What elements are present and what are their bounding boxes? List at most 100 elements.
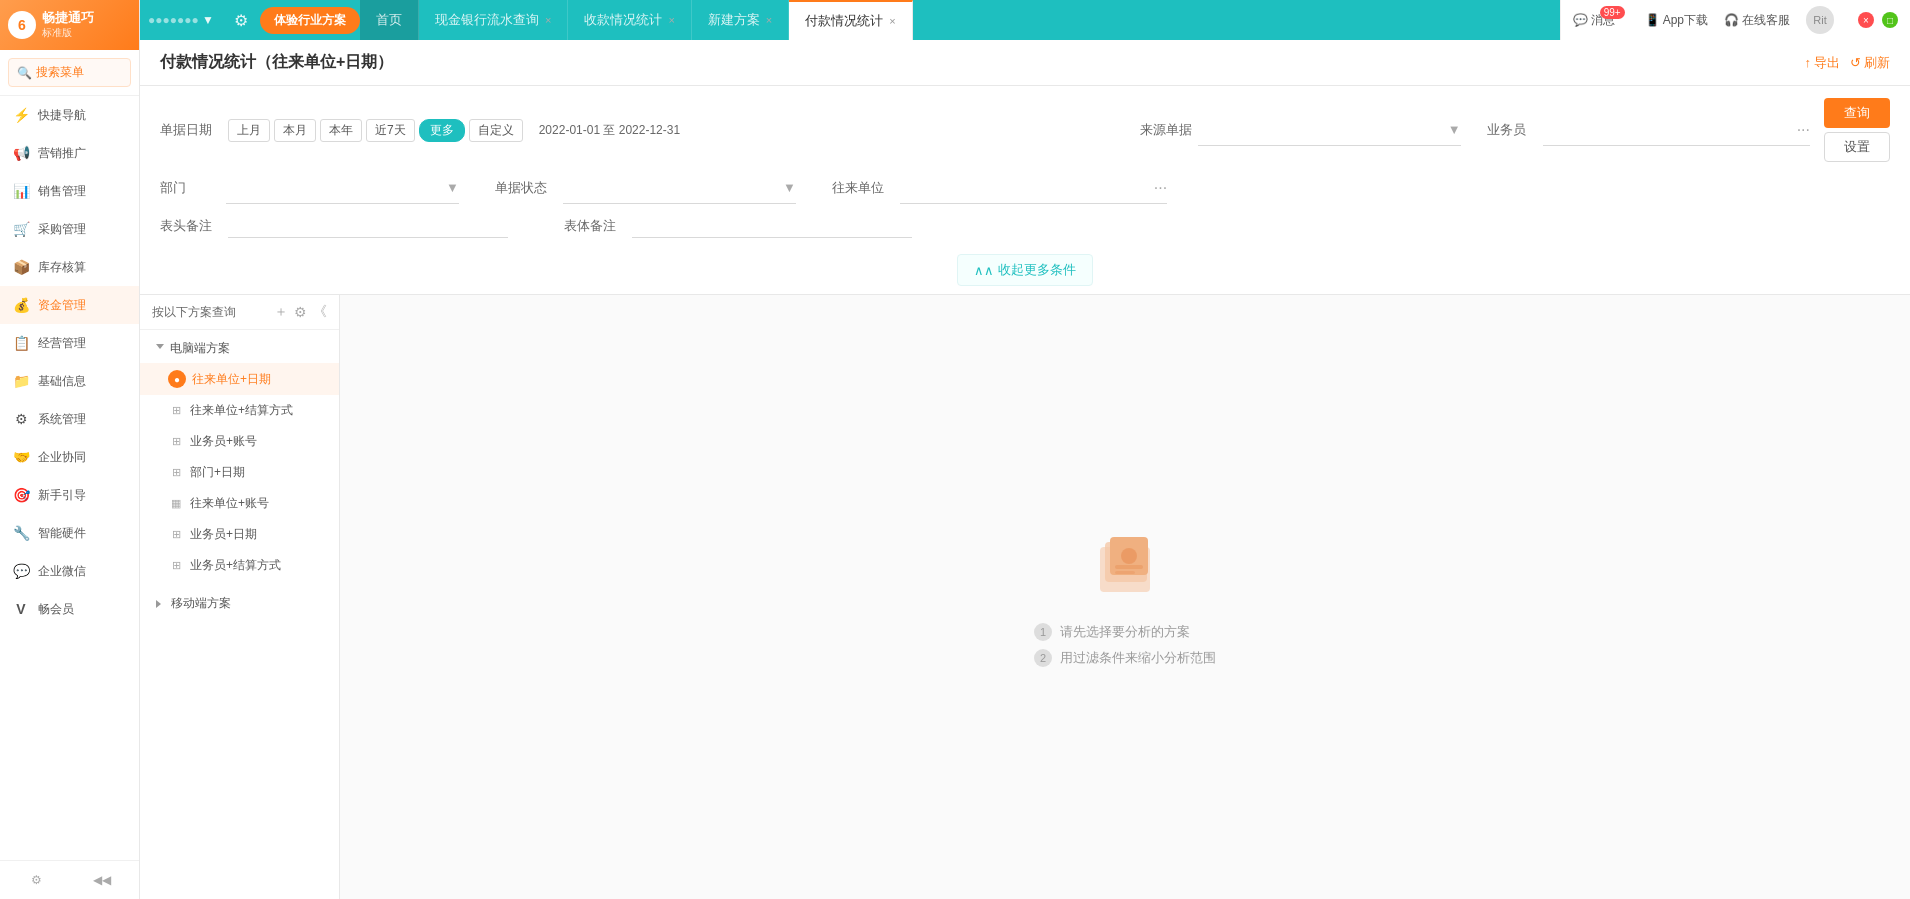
page-title: 付款情况统计（往来单位+日期） bbox=[160, 52, 393, 73]
messages-button[interactable]: 💬 消息 99+ bbox=[1573, 12, 1615, 29]
dept-label: 部门 bbox=[160, 179, 210, 197]
sidebar-settings-button[interactable]: ⚙ bbox=[8, 869, 66, 891]
header-note-input[interactable] bbox=[228, 214, 508, 238]
desktop-group-title[interactable]: 电脑端方案 bbox=[140, 334, 339, 363]
scheme-item-staff-account[interactable]: ⊞ 业务员+账号 bbox=[140, 426, 339, 457]
sidebar-item-enterprise[interactable]: 🤝 企业协同 bbox=[0, 438, 139, 476]
topbar-settings-button[interactable]: ⚙ bbox=[222, 11, 260, 30]
date-btn-last-7days[interactable]: 近7天 bbox=[366, 119, 415, 142]
date-btn-more[interactable]: 更多 bbox=[419, 119, 465, 142]
sidebar-item-finance[interactable]: 💰 资金管理 bbox=[0, 286, 139, 324]
empty-state: 1 请先选择要分析的方案 2 用过滤条件来缩小分析范围 bbox=[1034, 527, 1216, 667]
right-content: 1 请先选择要分析的方案 2 用过滤条件来缩小分析范围 bbox=[340, 295, 1910, 899]
tab-bank-flow[interactable]: 现金银行流水查询 × bbox=[419, 0, 568, 40]
window-close-button[interactable]: × bbox=[1858, 12, 1874, 28]
company-name: ●●●●●●● bbox=[148, 13, 199, 27]
company-selector[interactable]: ●●●●●●● ▼ bbox=[140, 13, 222, 27]
sidebar-item-quick-nav[interactable]: ⚡ 快捷导航 bbox=[0, 96, 139, 134]
doc-status-select-wrap[interactable]: ▼ bbox=[563, 172, 796, 204]
tab-receivable-stat[interactable]: 收款情况统计 × bbox=[568, 0, 691, 40]
scheme-item-label: 业务员+账号 bbox=[190, 433, 257, 450]
window-maximize-button[interactable]: □ bbox=[1882, 12, 1898, 28]
export-button[interactable]: ↑ 导出 bbox=[1805, 54, 1841, 72]
tab-home[interactable]: 首页 bbox=[360, 0, 419, 40]
sidebar-collapse-button[interactable]: ◀◀ bbox=[74, 869, 132, 891]
scheme-item-dept-date[interactable]: ⊞ 部门+日期 bbox=[140, 457, 339, 488]
scheme-settings-button[interactable]: ⚙ bbox=[294, 303, 307, 321]
empty-state-icon bbox=[1085, 527, 1165, 607]
sidebar-item-smart-hw[interactable]: 🔧 智能硬件 bbox=[0, 514, 139, 552]
sidebar-item-purchase[interactable]: 🛒 采购管理 bbox=[0, 210, 139, 248]
sidebar-item-system[interactable]: ⚙ 系统管理 bbox=[0, 400, 139, 438]
related-unit-select-wrap[interactable]: ··· bbox=[900, 172, 1167, 204]
sidebar-item-label: 经营管理 bbox=[38, 335, 86, 352]
collapse-button[interactable]: ∧∧ 收起更多条件 bbox=[957, 254, 1093, 286]
scheme-item-label: 往来单位+日期 bbox=[192, 371, 271, 388]
body-note-input[interactable] bbox=[632, 214, 912, 238]
date-label: 单据日期 bbox=[160, 121, 212, 139]
source-doc-select-wrap[interactable]: ▼ bbox=[1198, 114, 1461, 146]
dept-select-wrap[interactable]: ▼ bbox=[226, 172, 459, 204]
related-unit-ellipsis[interactable]: ··· bbox=[1154, 179, 1167, 197]
sidebar-item-basic-info[interactable]: 📁 基础信息 bbox=[0, 362, 139, 400]
topbar-user-area: 💬 消息 99+ 📱 App下载 🎧 在线客服 Rit × □ bbox=[1560, 0, 1910, 40]
app-title-block: 畅捷通巧 标准版 bbox=[42, 10, 94, 40]
tab-payment-stat[interactable]: 付款情况统计 × bbox=[789, 0, 912, 40]
collapse-panel-button[interactable]: 《 bbox=[313, 303, 327, 321]
purchase-icon: 🛒 bbox=[12, 220, 30, 238]
date-btn-custom[interactable]: 自定义 bbox=[469, 119, 523, 142]
tab-bank-flow-close[interactable]: × bbox=[545, 14, 551, 26]
online-service-icon: 🎧 bbox=[1724, 13, 1739, 27]
sidebar-item-vip[interactable]: V 畅会员 bbox=[0, 590, 139, 628]
tab-payment-stat-close[interactable]: × bbox=[889, 15, 895, 27]
mobile-group-title[interactable]: 移动端方案 bbox=[140, 589, 339, 618]
sidebar-item-marketing[interactable]: 📢 营销推广 bbox=[0, 134, 139, 172]
doc-status-arrow: ▼ bbox=[783, 180, 796, 195]
collapse-label: 收起更多条件 bbox=[998, 261, 1076, 279]
tab-new-scheme[interactable]: 新建方案 × bbox=[692, 0, 789, 40]
related-unit-input[interactable] bbox=[900, 176, 1150, 199]
sidebar-item-operation[interactable]: 📋 经营管理 bbox=[0, 324, 139, 362]
scheme-item-staff-settlement[interactable]: ⊞ 业务员+结算方式 bbox=[140, 550, 339, 581]
tab-new-scheme-close[interactable]: × bbox=[766, 14, 772, 26]
add-scheme-button[interactable]: ＋ bbox=[274, 303, 288, 321]
refresh-button[interactable]: ↺ 刷新 bbox=[1850, 54, 1890, 72]
tip-2-text: 用过滤条件来缩小分析范围 bbox=[1060, 649, 1216, 667]
scheme-item-unit-date[interactable]: ● 往来单位+日期 bbox=[140, 363, 339, 395]
topbar: ●●●●●●● ▼ ⚙ 体验行业方案 首页 现金银行流水查询 × 收款情况统计 … bbox=[140, 0, 1910, 40]
tab-receivable-stat-close[interactable]: × bbox=[668, 14, 674, 26]
left-panel-actions: ＋ ⚙ 《 bbox=[274, 303, 327, 321]
newbie-icon: 🎯 bbox=[12, 486, 30, 504]
doc-status-input[interactable] bbox=[563, 176, 783, 199]
sidebar-item-enterprise-wechat[interactable]: 💬 企业微信 bbox=[0, 552, 139, 590]
scheme-item-unit-account[interactable]: ▦ 往来单位+账号 bbox=[140, 488, 339, 519]
user-avatar[interactable]: Rit bbox=[1806, 6, 1834, 34]
tabs-container: 首页 现金银行流水查询 × 收款情况统计 × 新建方案 × 付款情况统计 × bbox=[360, 0, 1560, 40]
tip-1-num: 1 bbox=[1034, 623, 1052, 641]
source-doc-input[interactable] bbox=[1198, 118, 1448, 141]
app-download-icon: 📱 bbox=[1645, 13, 1660, 27]
staff-input[interactable] bbox=[1543, 118, 1793, 141]
marketing-icon: 📢 bbox=[12, 144, 30, 162]
search-menu-button[interactable]: 🔍 搜索菜单 bbox=[8, 58, 131, 87]
sidebar-item-sales[interactable]: 📊 销售管理 bbox=[0, 172, 139, 210]
online-service-button[interactable]: 🎧 在线客服 bbox=[1724, 12, 1790, 29]
sidebar-item-newbie[interactable]: 🎯 新手引导 bbox=[0, 476, 139, 514]
svg-point-3 bbox=[1121, 548, 1137, 564]
scheme-item-unit-settlement[interactable]: ⊞ 往来单位+结算方式 bbox=[140, 395, 339, 426]
date-btn-last-month[interactable]: 上月 bbox=[228, 119, 270, 142]
filter-settings-button[interactable]: 设置 bbox=[1824, 132, 1890, 162]
date-btn-this-year[interactable]: 本年 bbox=[320, 119, 362, 142]
staff-ellipsis[interactable]: ··· bbox=[1797, 121, 1810, 139]
sidebar-item-inventory[interactable]: 📦 库存核算 bbox=[0, 248, 139, 286]
filter-rows: 单据日期 上月 本月 本年 近7天 更多 自定义 2022-01-01 至 20… bbox=[140, 86, 1910, 246]
app-download-button[interactable]: 📱 App下载 bbox=[1645, 12, 1708, 29]
dept-input[interactable] bbox=[226, 176, 446, 199]
sidebar-item-label: 企业微信 bbox=[38, 563, 86, 580]
scheme-item-staff-date[interactable]: ⊞ 业务员+日期 bbox=[140, 519, 339, 550]
sidebar-search-section: 🔍 搜索菜单 bbox=[0, 50, 139, 96]
try-industry-button[interactable]: 体验行业方案 bbox=[260, 7, 360, 34]
date-btn-this-month[interactable]: 本月 bbox=[274, 119, 316, 142]
query-button[interactable]: 查询 bbox=[1824, 98, 1890, 128]
staff-select-wrap[interactable]: ··· bbox=[1543, 114, 1810, 146]
